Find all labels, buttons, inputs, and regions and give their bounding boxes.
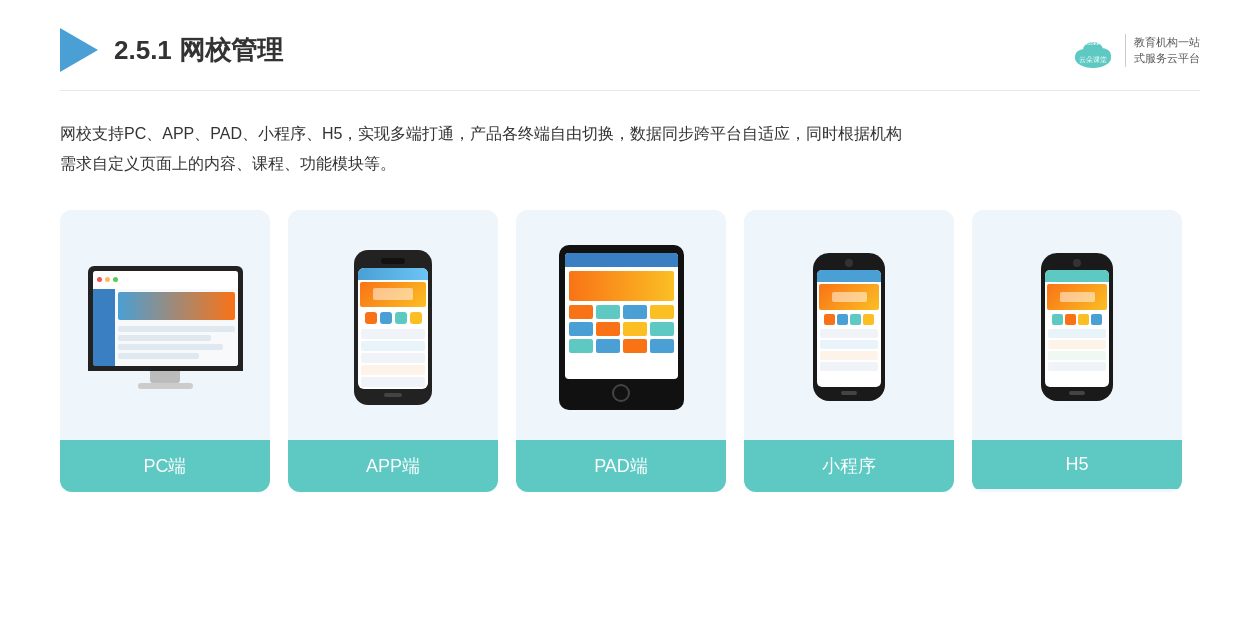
card-app-label: APP端 [288,440,498,492]
page-title: 2.5.1 网校管理 [114,33,283,68]
card-h5-label: H5 [972,440,1182,489]
mini-phone-miniprogram-screen [817,270,881,387]
tablet-mockup [559,245,684,410]
brand-tagline-2: 式服务云平台 [1134,50,1200,67]
brand-tagline-1: 教育机构一站 [1134,34,1200,51]
phone-miniprogram-mockup [813,253,885,401]
logo-triangle-icon [60,28,98,72]
phone-h5-camera [1073,259,1081,267]
card-pad-image [516,210,726,440]
description-text: 网校支持PC、APP、PAD、小程序、H5，实现多端打通，产品各终端自由切换，数… [60,119,1200,180]
brand-cloud-icon: 云朵课堂 yunduoketang [1069,30,1117,70]
card-app: APP端 [288,210,498,492]
card-miniprogram-image [744,210,954,440]
svg-text:云朵课堂: 云朵课堂 [1079,56,1107,63]
card-pc-image [60,210,270,440]
card-h5: H5 [972,210,1182,492]
tablet-body [559,245,684,410]
phone-home-btn-h5 [1069,391,1085,395]
monitor-stand [138,383,193,389]
phone-app-body [354,250,432,405]
monitor-display [93,271,238,366]
phone-h5-mockup [1041,253,1113,401]
card-miniprogram: 小程序 [744,210,954,492]
card-pc-label: PC端 [60,440,270,492]
brand-text: 教育机构一站 式服务云平台 [1125,34,1200,67]
mini-phone-miniprogram-body [813,253,885,401]
header: 2.5.1 网校管理 云朵课堂 yunduoketang 教育机构一站 式服务云… [60,28,1200,91]
card-app-image [288,210,498,440]
phone-camera [845,259,853,267]
description-line1: 网校支持PC、APP、PAD、小程序、H5，实现多端打通，产品各终端自由切换，数… [60,119,1200,149]
phone-app-mockup [354,250,432,405]
cards-grid: PC端 [60,210,1200,492]
card-h5-image [972,210,1182,440]
header-left: 2.5.1 网校管理 [60,28,283,72]
phone-home-btn-mini [841,391,857,395]
brand-logo: 云朵课堂 yunduoketang 教育机构一站 式服务云平台 [1069,30,1200,70]
phone-home-btn [384,393,402,397]
title-main: 网校管理 [179,35,283,65]
mini-phone-h5-screen [1045,270,1109,387]
card-pad-label: PAD端 [516,440,726,492]
description-line2: 需求自定义页面上的内容、课程、功能模块等。 [60,149,1200,179]
title-number: 2.5.1 [114,35,179,65]
card-pc: PC端 [60,210,270,492]
header-right: 云朵课堂 yunduoketang 教育机构一站 式服务云平台 [1069,30,1200,70]
phone-app-screen [358,268,428,389]
mini-phone-h5-body [1041,253,1113,401]
phone-notch [381,258,405,264]
card-miniprogram-label: 小程序 [744,440,954,492]
card-pad: PAD端 [516,210,726,492]
monitor-base [150,371,180,383]
monitor-mockup [88,266,243,389]
page-wrapper: 2.5.1 网校管理 云朵课堂 yunduoketang 教育机构一站 式服务云… [0,0,1260,630]
tablet-home-btn [612,384,630,402]
monitor-screen [88,266,243,371]
svg-text:yunduoketang: yunduoketang [1074,40,1112,46]
tablet-screen [565,253,678,379]
